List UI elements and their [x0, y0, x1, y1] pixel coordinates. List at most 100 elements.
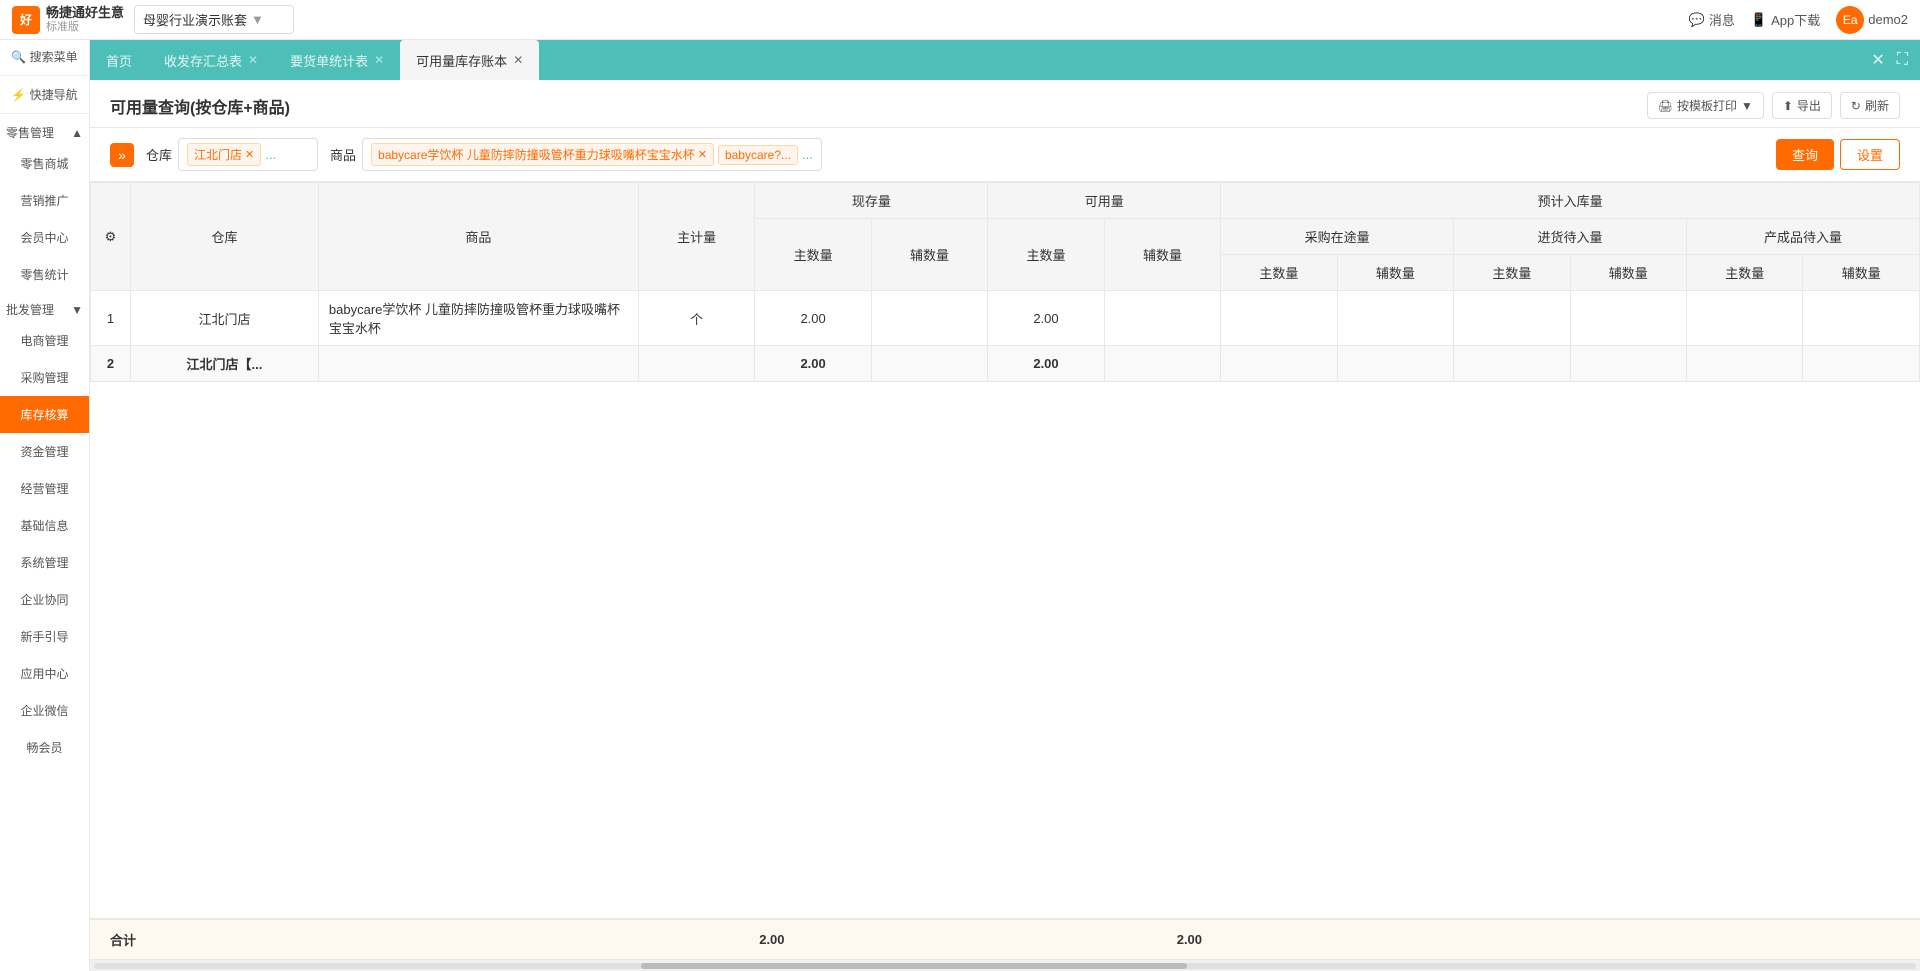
tab-orders-close[interactable]: ✕	[374, 53, 384, 67]
sidebar-item-inventory[interactable]: 库存核算	[0, 396, 89, 433]
sidebar: 🔍 搜索菜单 ⚡ 快捷导航 零售管理 ▲ 零售商城 营销推广 会员中心 零售统计…	[0, 40, 90, 971]
wholesale-arrow-icon: ▼	[71, 303, 83, 317]
tab-receipts-close[interactable]: ✕	[248, 53, 258, 67]
product-tag-1-remove[interactable]: ✕	[698, 148, 707, 161]
tab-home[interactable]: 首页	[90, 40, 148, 80]
finance-label: 资金管理	[20, 443, 68, 460]
refresh-btn[interactable]: ↻ 刷新	[1840, 92, 1900, 119]
sidebar-item-shortcut[interactable]: ⚡ 快捷导航	[0, 78, 89, 111]
purchase-label: 采购管理	[20, 369, 68, 386]
set-button[interactable]: 设置	[1840, 139, 1900, 170]
tab-orders[interactable]: 要货单统计表 ✕	[274, 40, 400, 80]
table-row: 1 江北门店 babycare学饮杯 儿童防摔防撞吸管杯重力球吸嘴杯宝宝水杯 个…	[91, 291, 1920, 346]
row-incoming-sub	[1570, 346, 1686, 382]
app-download-btn[interactable]: 📱 App下载	[1751, 10, 1820, 29]
sidebar-item-ecommerce[interactable]: 电商管理	[0, 322, 89, 359]
sidebar-item-basic-info[interactable]: 基础信息	[0, 507, 89, 544]
sidebar-item-retail-stat[interactable]: 零售统计	[0, 256, 89, 293]
sidebar-item-marketing[interactable]: 营销推广	[0, 182, 89, 219]
warehouse-tag-remove[interactable]: ✕	[245, 148, 254, 161]
sidebar-item-enterprise-wx[interactable]: 企业微信	[0, 692, 89, 729]
data-table: ⚙ 仓库 商品 主计量 现存量 可用量 预计入库量 主数量 辅数量	[90, 182, 1920, 382]
member2-label: 畅会员	[26, 739, 62, 756]
h-scrollbar[interactable]	[90, 959, 1920, 971]
print-chevron-icon: ▼	[1741, 99, 1753, 113]
message-btn[interactable]: 💬 消息	[1689, 10, 1735, 29]
row-incoming-sub	[1570, 291, 1686, 346]
th-produce-sub: 辅数量	[1803, 255, 1920, 291]
product-input[interactable]: babycare学饮杯 儿童防摔防撞吸管杯重力球吸嘴杯宝宝水杯 ✕ babyca…	[362, 138, 822, 171]
sidebar-item-enterprise[interactable]: 企业协同	[0, 581, 89, 618]
row-stock-main: 2.00	[755, 291, 871, 346]
tab-receipts[interactable]: 收发存汇总表 ✕	[148, 40, 274, 80]
sidebar-item-member2[interactable]: 畅会员	[0, 729, 89, 766]
sidebar-item-retail-shop[interactable]: 零售商城	[0, 145, 89, 182]
row-purchase-main	[1221, 291, 1337, 346]
retail-mgmt-label: 零售管理	[6, 124, 54, 141]
row-purchase-main	[1221, 346, 1337, 382]
sidebar-item-app-center[interactable]: 应用中心	[0, 655, 89, 692]
th-purchase-label: 采购在途量	[1221, 219, 1454, 255]
row-stock-sub	[871, 291, 987, 346]
sidebar-item-purchase[interactable]: 采购管理	[0, 359, 89, 396]
export-btn[interactable]: ⬆ 导出	[1772, 92, 1832, 119]
th-incoming-main: 主数量	[1454, 255, 1570, 291]
row-product	[318, 346, 638, 382]
warehouse-more[interactable]: ...	[265, 147, 276, 162]
row-warehouse: 江北门店	[131, 291, 319, 346]
sidebar-item-wholesale[interactable]: 批发管理 ▼	[0, 293, 89, 322]
sidebar-item-system[interactable]: 系统管理	[0, 544, 89, 581]
sidebar-item-retail-mgmt[interactable]: 零售管理 ▲	[0, 116, 89, 145]
row-purchase-sub	[1337, 346, 1453, 382]
product-more[interactable]: ...	[802, 147, 813, 162]
tab-available[interactable]: 可用量库存账本 ✕	[400, 40, 539, 80]
sidebar-item-operations[interactable]: 经营管理	[0, 470, 89, 507]
app-icon: 📱	[1751, 12, 1767, 28]
row-warehouse: 江北门店【...	[131, 346, 319, 382]
th-available-main: 主数量	[988, 219, 1104, 291]
sidebar-item-new-guide[interactable]: 新手引导	[0, 618, 89, 655]
footer-total-stock: 2.00	[668, 932, 877, 947]
logo-area: 好 畅捷通好生意 标准版	[12, 5, 124, 34]
th-settings: ⚙	[91, 183, 131, 291]
user-avatar-btn[interactable]: Ea demo2	[1836, 6, 1908, 34]
scrollbar-thumb	[641, 963, 1188, 969]
th-incoming-label: 进货待入量	[1454, 219, 1687, 255]
industry-label: 母婴行业演示账套	[143, 10, 247, 29]
tab-orders-label: 要货单统计表	[290, 51, 368, 70]
sidebar-item-member[interactable]: 会员中心	[0, 219, 89, 256]
export-label: 导出	[1797, 97, 1821, 114]
warehouse-label: 仓库	[146, 145, 172, 164]
tab-expand-icon[interactable]: ⛶	[1893, 47, 1912, 73]
shortcut-label: 快捷导航	[30, 88, 78, 102]
query-button[interactable]: 查询	[1776, 139, 1834, 170]
row-produce-main	[1687, 291, 1803, 346]
industry-select[interactable]: 母婴行业演示账套 ▼	[134, 5, 294, 34]
avatar: Ea	[1836, 6, 1864, 34]
logo-text: 畅捷通好生意 标准版	[46, 5, 124, 34]
th-available-sub: 辅数量	[1104, 219, 1220, 291]
sidebar-item-finance[interactable]: 资金管理	[0, 433, 89, 470]
product-tag-2-value: babycare?...	[725, 148, 791, 162]
row-stock-sub	[871, 346, 987, 382]
row-no: 2	[91, 346, 131, 382]
refresh-icon: ↻	[1851, 99, 1861, 113]
shortcut-icon: ⚡	[11, 88, 26, 102]
ecommerce-label: 电商管理	[20, 332, 68, 349]
system-label: 系统管理	[20, 554, 68, 571]
tab-available-close[interactable]: ✕	[513, 53, 523, 67]
print-btn[interactable]: 🖨 按模板打印 ▼	[1647, 92, 1764, 119]
product-tag-1: babycare学饮杯 儿童防摔防撞吸管杯重力球吸嘴杯宝宝水杯 ✕	[371, 143, 714, 166]
th-incoming-sub: 辅数量	[1570, 255, 1686, 291]
tab-close-all-icon[interactable]: ✕	[1867, 46, 1888, 74]
sidebar-item-search[interactable]: 🔍 搜索菜单	[0, 40, 89, 73]
filter-expand-btn[interactable]: »	[110, 143, 134, 167]
th-produce-label: 产成品待入量	[1687, 219, 1920, 255]
th-stock-sub: 辅数量	[871, 219, 987, 291]
scrollbar-track	[94, 963, 1916, 969]
page-title: 可用量查询(按仓库+商品)	[110, 94, 290, 118]
warehouse-input[interactable]: 江北门店 ✕ ...	[178, 138, 318, 171]
table-scroll[interactable]: ⚙ 仓库 商品 主计量 现存量 可用量 预计入库量 主数量 辅数量	[90, 182, 1920, 918]
warehouse-tag: 江北门店 ✕	[187, 143, 261, 166]
marketing-label: 营销推广	[20, 192, 68, 209]
